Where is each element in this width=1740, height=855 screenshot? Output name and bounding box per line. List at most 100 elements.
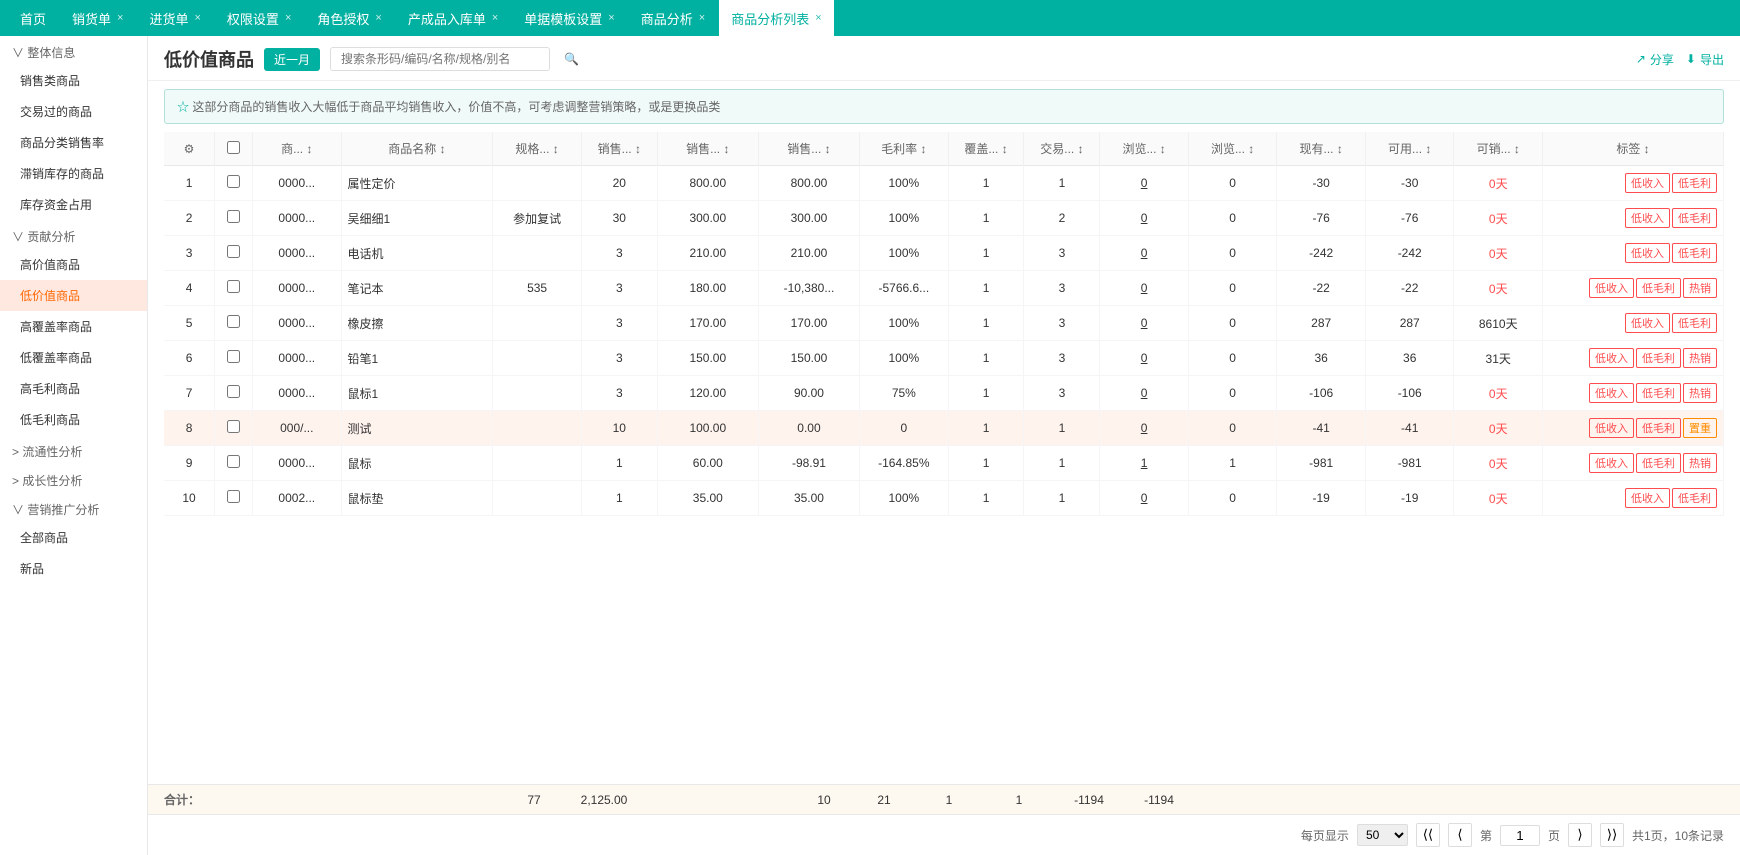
search-icon[interactable]: 🔍 bbox=[564, 52, 579, 66]
th-sale-qty[interactable]: 销售... ↕ bbox=[581, 132, 657, 166]
close-icon[interactable]: × bbox=[194, 12, 200, 24]
row-checkbox[interactable] bbox=[227, 245, 240, 258]
th-sale-val[interactable]: 销售... ↕ bbox=[758, 132, 859, 166]
th-name[interactable]: 商品名称 ↕ bbox=[341, 132, 493, 166]
th-browse2[interactable]: 浏览... ↕ bbox=[1188, 132, 1277, 166]
sidebar-group-growth[interactable]: > 成长性分析 bbox=[0, 464, 147, 493]
th-sale-amt[interactable]: 销售... ↕ bbox=[657, 132, 758, 166]
browse1-value[interactable]: 0 bbox=[1141, 351, 1148, 365]
row-checkbox[interactable] bbox=[227, 420, 240, 433]
th-code[interactable]: 商... ↕ bbox=[253, 132, 342, 166]
row-checkbox-cell[interactable] bbox=[215, 411, 253, 446]
th-cover[interactable]: 覆盖... ↕ bbox=[948, 132, 1024, 166]
row-checkbox-cell[interactable] bbox=[215, 376, 253, 411]
browse1-value[interactable]: 0 bbox=[1141, 386, 1148, 400]
browse-count1[interactable]: 0 bbox=[1100, 376, 1189, 411]
browse-count1[interactable]: 1 bbox=[1100, 446, 1189, 481]
sidebar-item-high-margin[interactable]: 高毛利商品 bbox=[0, 373, 147, 404]
sidebar-item-category-rate[interactable]: 商品分类销售率 bbox=[0, 127, 147, 158]
browse1-value[interactable]: 0 bbox=[1141, 176, 1148, 190]
search-input[interactable] bbox=[330, 47, 550, 71]
row-checkbox-cell[interactable] bbox=[215, 201, 253, 236]
row-checkbox-cell[interactable] bbox=[215, 236, 253, 271]
sidebar-item-slow-moving[interactable]: 滞销库存的商品 bbox=[0, 158, 147, 189]
table-wrapper[interactable]: ⚙ 商... ↕ 商品名称 ↕ 规格... ↕ 销售... ↕ 销售... ↕ … bbox=[148, 132, 1740, 784]
sidebar-item-low-margin[interactable]: 低毛利商品 bbox=[0, 404, 147, 435]
row-checkbox[interactable] bbox=[227, 210, 240, 223]
sidebar-group-contribution[interactable]: ∨ 贡献分析 bbox=[0, 220, 147, 249]
close-icon[interactable]: × bbox=[117, 12, 123, 24]
browse-count1[interactable]: 0 bbox=[1100, 271, 1189, 306]
th-avail[interactable]: 可用... ↕ bbox=[1365, 132, 1454, 166]
browse1-value[interactable]: 0 bbox=[1141, 491, 1148, 505]
select-all-header[interactable] bbox=[215, 132, 253, 166]
close-icon[interactable]: × bbox=[815, 12, 821, 24]
row-checkbox[interactable] bbox=[227, 490, 240, 503]
sidebar-item-all-products[interactable]: 全部商品 bbox=[0, 522, 147, 553]
time-filter-button[interactable]: 近一月 bbox=[264, 48, 320, 71]
prev-page-button[interactable]: ⟨ bbox=[1448, 823, 1472, 847]
nav-item-warehouse[interactable]: 产成品入库单 × bbox=[396, 0, 510, 36]
row-checkbox-cell[interactable] bbox=[215, 341, 253, 376]
row-checkbox-cell[interactable] bbox=[215, 166, 253, 201]
browse1-value[interactable]: 0 bbox=[1141, 421, 1148, 435]
row-checkbox-cell[interactable] bbox=[215, 271, 253, 306]
browse1-value[interactable]: 1 bbox=[1141, 456, 1148, 470]
last-page-button[interactable]: ⟩⟩ bbox=[1600, 823, 1624, 847]
export-button[interactable]: ⬇ 导出 bbox=[1686, 51, 1724, 68]
sidebar-item-low-value[interactable]: 低价值商品 bbox=[0, 280, 147, 311]
browse1-value[interactable]: 0 bbox=[1141, 211, 1148, 225]
page-size-select[interactable]: 50 100 200 bbox=[1357, 824, 1408, 846]
sidebar-item-traded-products[interactable]: 交易过的商品 bbox=[0, 96, 147, 127]
close-icon[interactable]: × bbox=[285, 12, 291, 24]
row-checkbox[interactable] bbox=[227, 280, 240, 293]
select-all-checkbox[interactable] bbox=[227, 141, 240, 154]
row-checkbox-cell[interactable] bbox=[215, 446, 253, 481]
close-icon[interactable]: × bbox=[375, 12, 381, 24]
browse1-value[interactable]: 0 bbox=[1141, 281, 1148, 295]
row-checkbox[interactable] bbox=[227, 350, 240, 363]
next-page-button[interactable]: ⟩ bbox=[1568, 823, 1592, 847]
row-checkbox[interactable] bbox=[227, 315, 240, 328]
row-checkbox-cell[interactable] bbox=[215, 481, 253, 516]
nav-item-role[interactable]: 角色授权 × bbox=[305, 0, 393, 36]
nav-item-template[interactable]: 单据模板设置 × bbox=[512, 0, 626, 36]
close-icon[interactable]: × bbox=[699, 12, 705, 24]
close-icon[interactable]: × bbox=[492, 12, 498, 24]
browse-count1[interactable]: 0 bbox=[1100, 481, 1189, 516]
th-sellable[interactable]: 可销... ↕ bbox=[1454, 132, 1543, 166]
sidebar-item-new-products[interactable]: 新品 bbox=[0, 553, 147, 584]
browse-count1[interactable]: 0 bbox=[1100, 166, 1189, 201]
browse-count1[interactable]: 0 bbox=[1100, 411, 1189, 446]
nav-item-permission[interactable]: 权限设置 × bbox=[215, 0, 303, 36]
row-checkbox-cell[interactable] bbox=[215, 306, 253, 341]
nav-item-product-analysis[interactable]: 商品分析 × bbox=[629, 0, 717, 36]
nav-item-sales[interactable]: 销货单 × bbox=[60, 0, 135, 36]
th-browse1[interactable]: 浏览... ↕ bbox=[1100, 132, 1189, 166]
page-number-input[interactable] bbox=[1500, 825, 1540, 846]
settings-icon[interactable]: ⚙ bbox=[164, 132, 215, 166]
browse-count1[interactable]: 0 bbox=[1100, 306, 1189, 341]
th-margin[interactable]: 毛利率 ↕ bbox=[860, 132, 949, 166]
th-trade[interactable]: 交易... ↕ bbox=[1024, 132, 1100, 166]
browse-count1[interactable]: 0 bbox=[1100, 341, 1189, 376]
browse-count1[interactable]: 0 bbox=[1100, 201, 1189, 236]
row-checkbox[interactable] bbox=[227, 175, 240, 188]
sidebar-group-liquidity[interactable]: > 流通性分析 bbox=[0, 435, 147, 464]
sidebar-item-stock-funds[interactable]: 库存资金占用 bbox=[0, 189, 147, 220]
nav-item-home[interactable]: 首页 bbox=[8, 0, 58, 36]
browse1-value[interactable]: 0 bbox=[1141, 246, 1148, 260]
first-page-button[interactable]: ⟨⟨ bbox=[1416, 823, 1440, 847]
row-checkbox[interactable] bbox=[227, 385, 240, 398]
sidebar-item-high-value[interactable]: 高价值商品 bbox=[0, 249, 147, 280]
sidebar-item-sales-products[interactable]: 销售类商品 bbox=[0, 65, 147, 96]
browse-count1[interactable]: 0 bbox=[1100, 236, 1189, 271]
browse1-value[interactable]: 0 bbox=[1141, 316, 1148, 330]
th-curr[interactable]: 现有... ↕ bbox=[1277, 132, 1366, 166]
share-button[interactable]: ↗ 分享 bbox=[1636, 51, 1674, 68]
row-checkbox[interactable] bbox=[227, 455, 240, 468]
nav-item-purchase[interactable]: 进货单 × bbox=[137, 0, 212, 36]
th-spec[interactable]: 规格... ↕ bbox=[493, 132, 582, 166]
th-tag[interactable]: 标签 ↕ bbox=[1543, 132, 1724, 166]
sidebar-item-low-coverage[interactable]: 低覆盖率商品 bbox=[0, 342, 147, 373]
